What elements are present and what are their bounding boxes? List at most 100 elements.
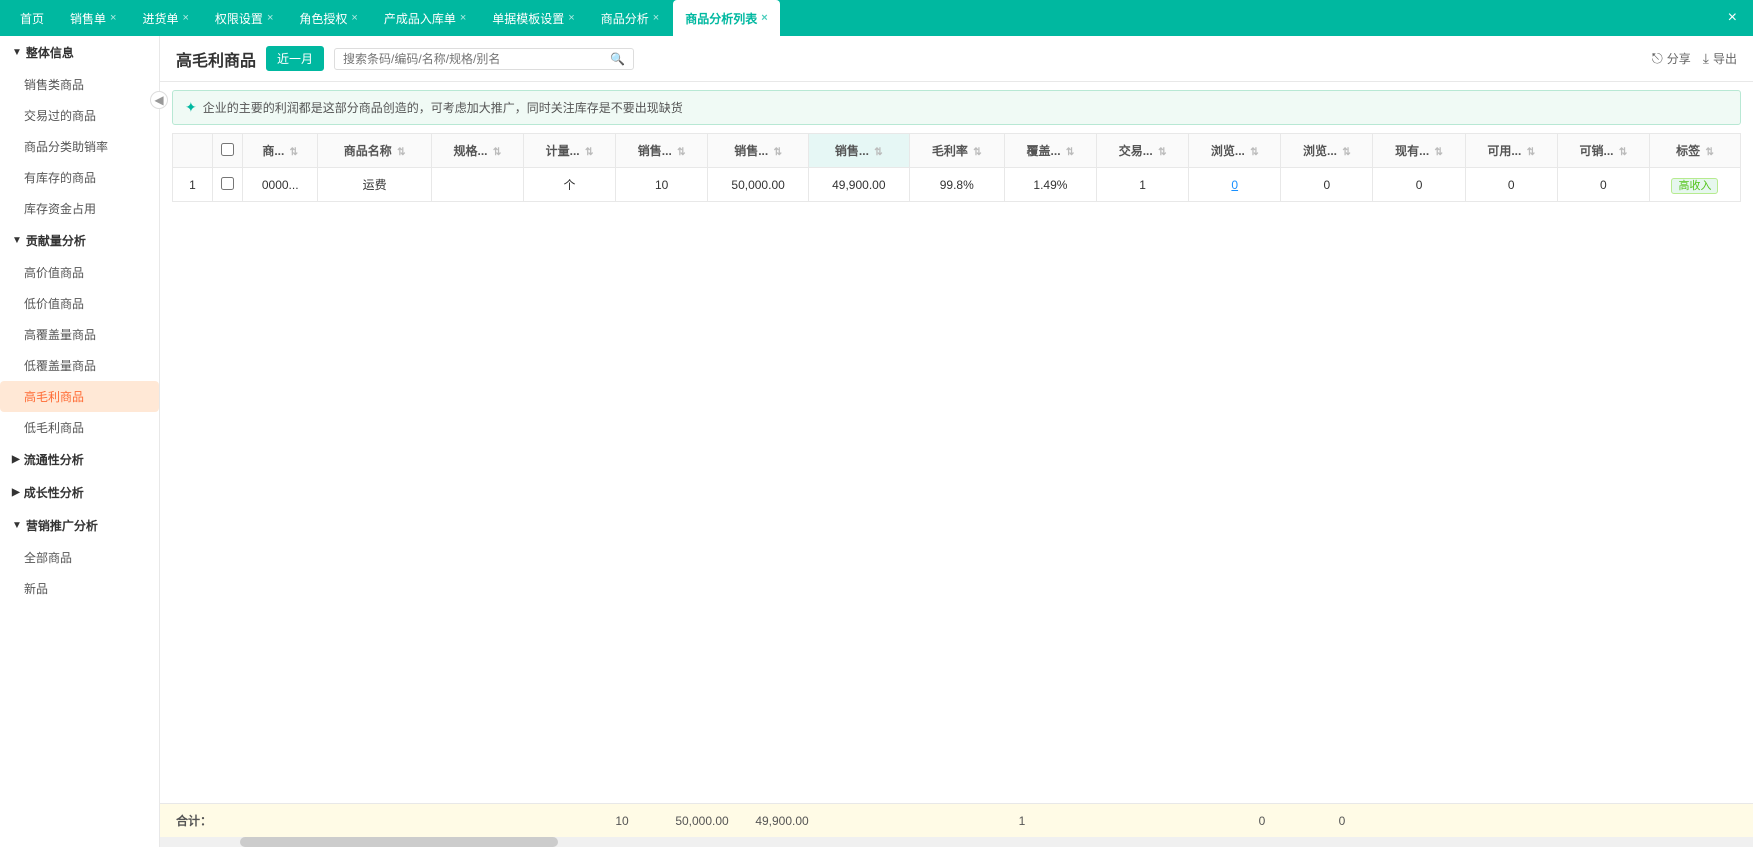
sort-icon-transaction: ⇅ bbox=[1158, 147, 1166, 158]
nav-item-analysis[interactable]: 商品分析 × bbox=[589, 0, 671, 36]
col-current-stock[interactable]: 现有... ⇅ bbox=[1373, 134, 1465, 168]
sidebar-item-low-margin[interactable]: 低毛利商品 bbox=[0, 412, 159, 443]
nav-close-permission[interactable]: × bbox=[267, 12, 273, 24]
nav-item-home[interactable]: 首页 bbox=[8, 0, 56, 36]
table-row: 1 0000... 运费 个 10 50,000.00 49,900.00 99 bbox=[173, 168, 1741, 202]
sidebar-group-overview-title[interactable]: 整体信息 bbox=[0, 36, 159, 69]
nav-item-template[interactable]: 单据模板设置 × bbox=[480, 0, 586, 36]
col-spec[interactable]: 规格... ⇅ bbox=[431, 134, 523, 168]
sort-icon-code: ⇅ bbox=[290, 147, 298, 158]
sidebar-group-contribution-title[interactable]: 贡献量分析 bbox=[0, 224, 159, 257]
export-button[interactable]: ⤓ 导出 bbox=[1703, 50, 1737, 67]
sort-icon-sales-amount: ⇅ bbox=[774, 147, 782, 158]
cell-code: 0000... bbox=[243, 168, 318, 202]
sort-icon-sales-qty: ⇅ bbox=[677, 147, 685, 158]
sidebar-group-marketing-title[interactable]: 营销推广分析 bbox=[0, 509, 159, 542]
sidebar-group-circulation-title[interactable]: 流通性分析 bbox=[0, 443, 159, 476]
view1-link[interactable]: 0 bbox=[1231, 178, 1238, 192]
search-input[interactable] bbox=[343, 52, 606, 66]
col-coverage[interactable]: 覆盖... ⇅ bbox=[1004, 134, 1096, 168]
tag-badge: 高收入 bbox=[1671, 178, 1718, 194]
sidebar-item-traded-goods[interactable]: 交易过的商品 bbox=[0, 100, 159, 131]
col-view1[interactable]: 浏览... ⇅ bbox=[1189, 134, 1281, 168]
col-name[interactable]: 商品名称 ⇅ bbox=[318, 134, 431, 168]
nav-item-sales[interactable]: 销售单 × bbox=[58, 0, 128, 36]
sort-icon-name: ⇅ bbox=[397, 147, 405, 158]
cell-view1[interactable]: 0 bbox=[1189, 168, 1281, 202]
tip-icon: ✦ bbox=[185, 99, 197, 116]
goods-table: 商... ⇅ 商品名称 ⇅ 规格... ⇅ bbox=[172, 133, 1741, 202]
sidebar-group-circulation-arrow bbox=[12, 454, 20, 465]
col-transaction[interactable]: 交易... ⇅ bbox=[1097, 134, 1189, 168]
main-layout: 整体信息 销售类商品 交易过的商品 商品分类助销率 有库存的商品 库存资金占用 bbox=[0, 36, 1753, 847]
horizontal-scrollbar[interactable] bbox=[160, 837, 1753, 847]
nav-close-role[interactable]: × bbox=[351, 12, 357, 24]
cell-sales-profit: 49,900.00 bbox=[808, 168, 909, 202]
sidebar-group-marketing: 营销推广分析 全部商品 新品 bbox=[0, 509, 159, 604]
filter-recent-month-button[interactable]: 近一月 bbox=[266, 46, 324, 71]
col-margin-rate[interactable]: 毛利率 ⇅ bbox=[909, 134, 1004, 168]
col-unit[interactable]: 计量... ⇅ bbox=[523, 134, 615, 168]
col-sales-profit[interactable]: 销售... ⇅ bbox=[808, 134, 909, 168]
col-tag[interactable]: 标签 ⇅ bbox=[1649, 134, 1740, 168]
top-nav: 首页 销售单 × 进货单 × 权限设置 × 角色授权 × 产成品入库单 × 单据… bbox=[0, 0, 1753, 36]
total-sales-amount: 50,000.00 bbox=[672, 814, 732, 828]
col-code[interactable]: 商... ⇅ bbox=[243, 134, 318, 168]
sort-icon-spec: ⇅ bbox=[493, 147, 501, 158]
nav-close-analysis-list[interactable]: × bbox=[761, 12, 767, 24]
sidebar-item-category-rate[interactable]: 商品分类助销率 bbox=[0, 131, 159, 162]
sidebar-item-in-stock[interactable]: 有库存的商品 bbox=[0, 162, 159, 193]
col-view2[interactable]: 浏览... ⇅ bbox=[1281, 134, 1373, 168]
sidebar-item-low-value[interactable]: 低价值商品 bbox=[0, 288, 159, 319]
nav-close-analysis[interactable]: × bbox=[653, 12, 659, 24]
col-saleable[interactable]: 可销... ⇅ bbox=[1557, 134, 1649, 168]
cell-seq: 1 bbox=[173, 168, 213, 202]
sidebar-item-all-goods[interactable]: 全部商品 bbox=[0, 542, 159, 573]
nav-item-role[interactable]: 角色授权 × bbox=[287, 0, 369, 36]
sidebar-item-stock-capital[interactable]: 库存资金占用 bbox=[0, 193, 159, 224]
nav-close-template[interactable]: × bbox=[568, 12, 574, 24]
nav-close-production[interactable]: × bbox=[460, 12, 466, 24]
cell-coverage: 1.49% bbox=[1004, 168, 1096, 202]
nav-close-sales[interactable]: × bbox=[110, 12, 116, 24]
col-sales-qty[interactable]: 销售... ⇅ bbox=[616, 134, 708, 168]
select-all-checkbox[interactable] bbox=[221, 143, 234, 156]
sidebar-item-sales-goods[interactable]: 销售类商品 bbox=[0, 69, 159, 100]
col-seq bbox=[173, 134, 213, 168]
sidebar-item-high-value[interactable]: 高价值商品 bbox=[0, 257, 159, 288]
scrollbar-thumb[interactable] bbox=[240, 837, 559, 847]
sort-icon-saleable: ⇅ bbox=[1619, 147, 1627, 158]
sidebar-toggle-button[interactable]: ◀ bbox=[150, 91, 168, 109]
sort-icon-coverage: ⇅ bbox=[1066, 147, 1074, 158]
sidebar-group-overview-arrow bbox=[12, 47, 22, 58]
sidebar-item-high-margin[interactable]: 高毛利商品 bbox=[0, 381, 159, 412]
sidebar-item-low-coverage[interactable]: 低覆盖量商品 bbox=[0, 350, 159, 381]
window-close-button[interactable]: × bbox=[1720, 9, 1745, 27]
col-sales-amount[interactable]: 销售... ⇅ bbox=[708, 134, 809, 168]
nav-item-purchase[interactable]: 进货单 × bbox=[130, 0, 200, 36]
sidebar-group-contribution: 贡献量分析 高价值商品 低价值商品 高覆盖量商品 低覆盖量商品 高毛利商品 bbox=[0, 224, 159, 443]
cell-spec bbox=[431, 168, 523, 202]
sidebar-group-growth-arrow bbox=[12, 487, 20, 498]
nav-close-purchase[interactable]: × bbox=[182, 12, 188, 24]
cell-saleable: 0 bbox=[1557, 168, 1649, 202]
app-root: 首页 销售单 × 进货单 × 权限设置 × 角色授权 × 产成品入库单 × 单据… bbox=[0, 0, 1753, 847]
cell-name: 运费 bbox=[318, 168, 431, 202]
sidebar-item-new-goods[interactable]: 新品 bbox=[0, 573, 159, 604]
sort-icon-current-stock: ⇅ bbox=[1435, 147, 1443, 158]
nav-item-production[interactable]: 产成品入库单 × bbox=[372, 0, 478, 36]
sidebar-group-growth-title[interactable]: 成长性分析 bbox=[0, 476, 159, 509]
total-current-stock: 0 bbox=[1232, 814, 1292, 828]
cell-margin-rate: 99.8% bbox=[909, 168, 1004, 202]
row-checkbox[interactable] bbox=[221, 177, 234, 190]
search-icon[interactable]: 🔍 bbox=[610, 52, 625, 66]
footer-total: 合计： 10 50,000.00 49,900.00 1 0 0 bbox=[160, 803, 1753, 837]
nav-item-permission[interactable]: 权限设置 × bbox=[203, 0, 285, 36]
table-header: 商... ⇅ 商品名称 ⇅ 规格... ⇅ bbox=[173, 134, 1741, 168]
nav-item-analysis-list[interactable]: 商品分析列表 × bbox=[673, 0, 779, 36]
share-button[interactable]: ⎋ 分享 bbox=[1652, 50, 1691, 67]
sidebar-item-high-coverage[interactable]: 高覆盖量商品 bbox=[0, 319, 159, 350]
col-available[interactable]: 可用... ⇅ bbox=[1465, 134, 1557, 168]
cell-sales-amount: 50,000.00 bbox=[708, 168, 809, 202]
sort-icon-margin-rate: ⇅ bbox=[973, 147, 981, 158]
